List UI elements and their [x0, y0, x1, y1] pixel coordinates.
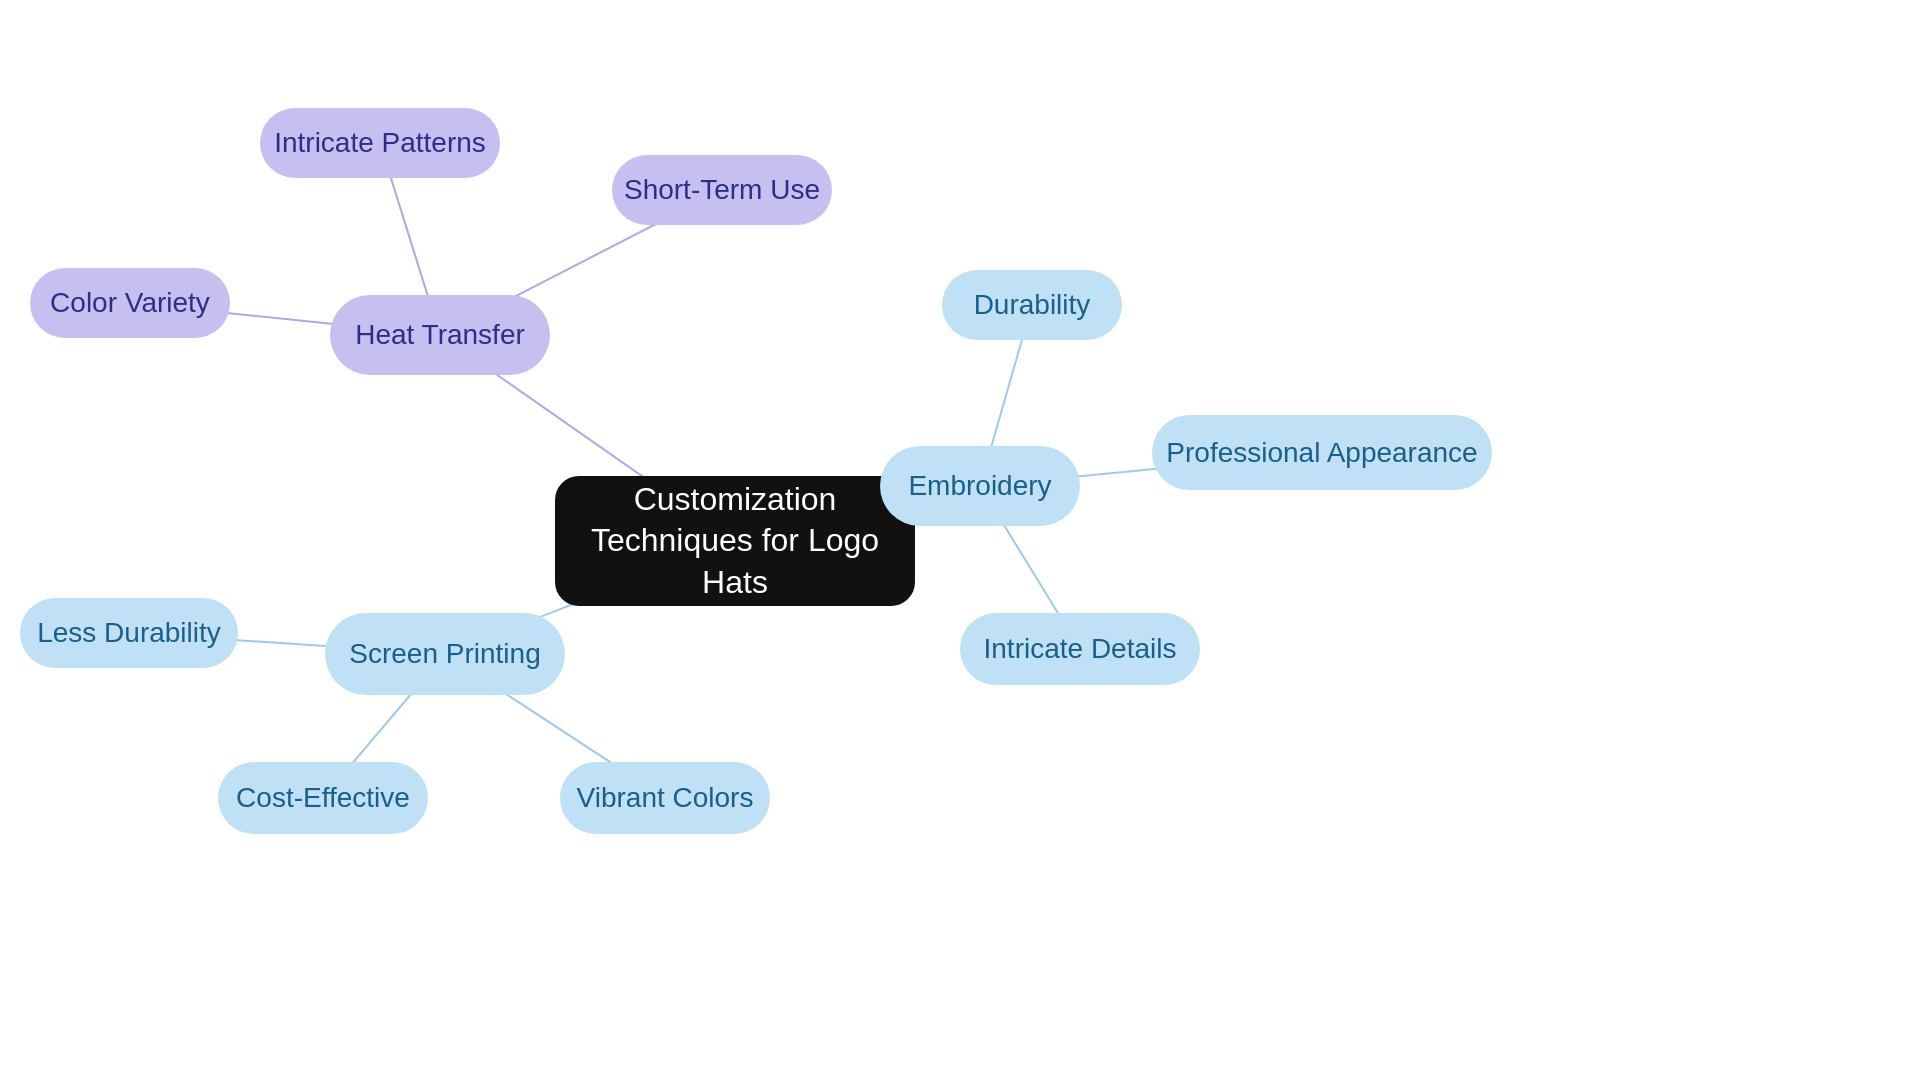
short-term-use-node: Short-Term Use: [612, 155, 832, 225]
durability-node: Durability: [942, 270, 1122, 340]
intricate-patterns-node: Intricate Patterns: [260, 108, 500, 178]
cost-effective-node: Cost-Effective: [218, 762, 428, 834]
heat-transfer-node: Heat Transfer: [330, 295, 550, 375]
intricate-details-node: Intricate Details: [960, 613, 1200, 685]
center-node: Customization Techniques for Logo Hats: [555, 476, 915, 606]
vibrant-colors-node: Vibrant Colors: [560, 762, 770, 834]
embroidery-node: Embroidery: [880, 446, 1080, 526]
color-variety-node: Color Variety: [30, 268, 230, 338]
professional-appearance-node: Professional Appearance: [1152, 415, 1492, 490]
screen-printing-node: Screen Printing: [325, 613, 565, 695]
less-durability-node: Less Durability: [20, 598, 238, 668]
